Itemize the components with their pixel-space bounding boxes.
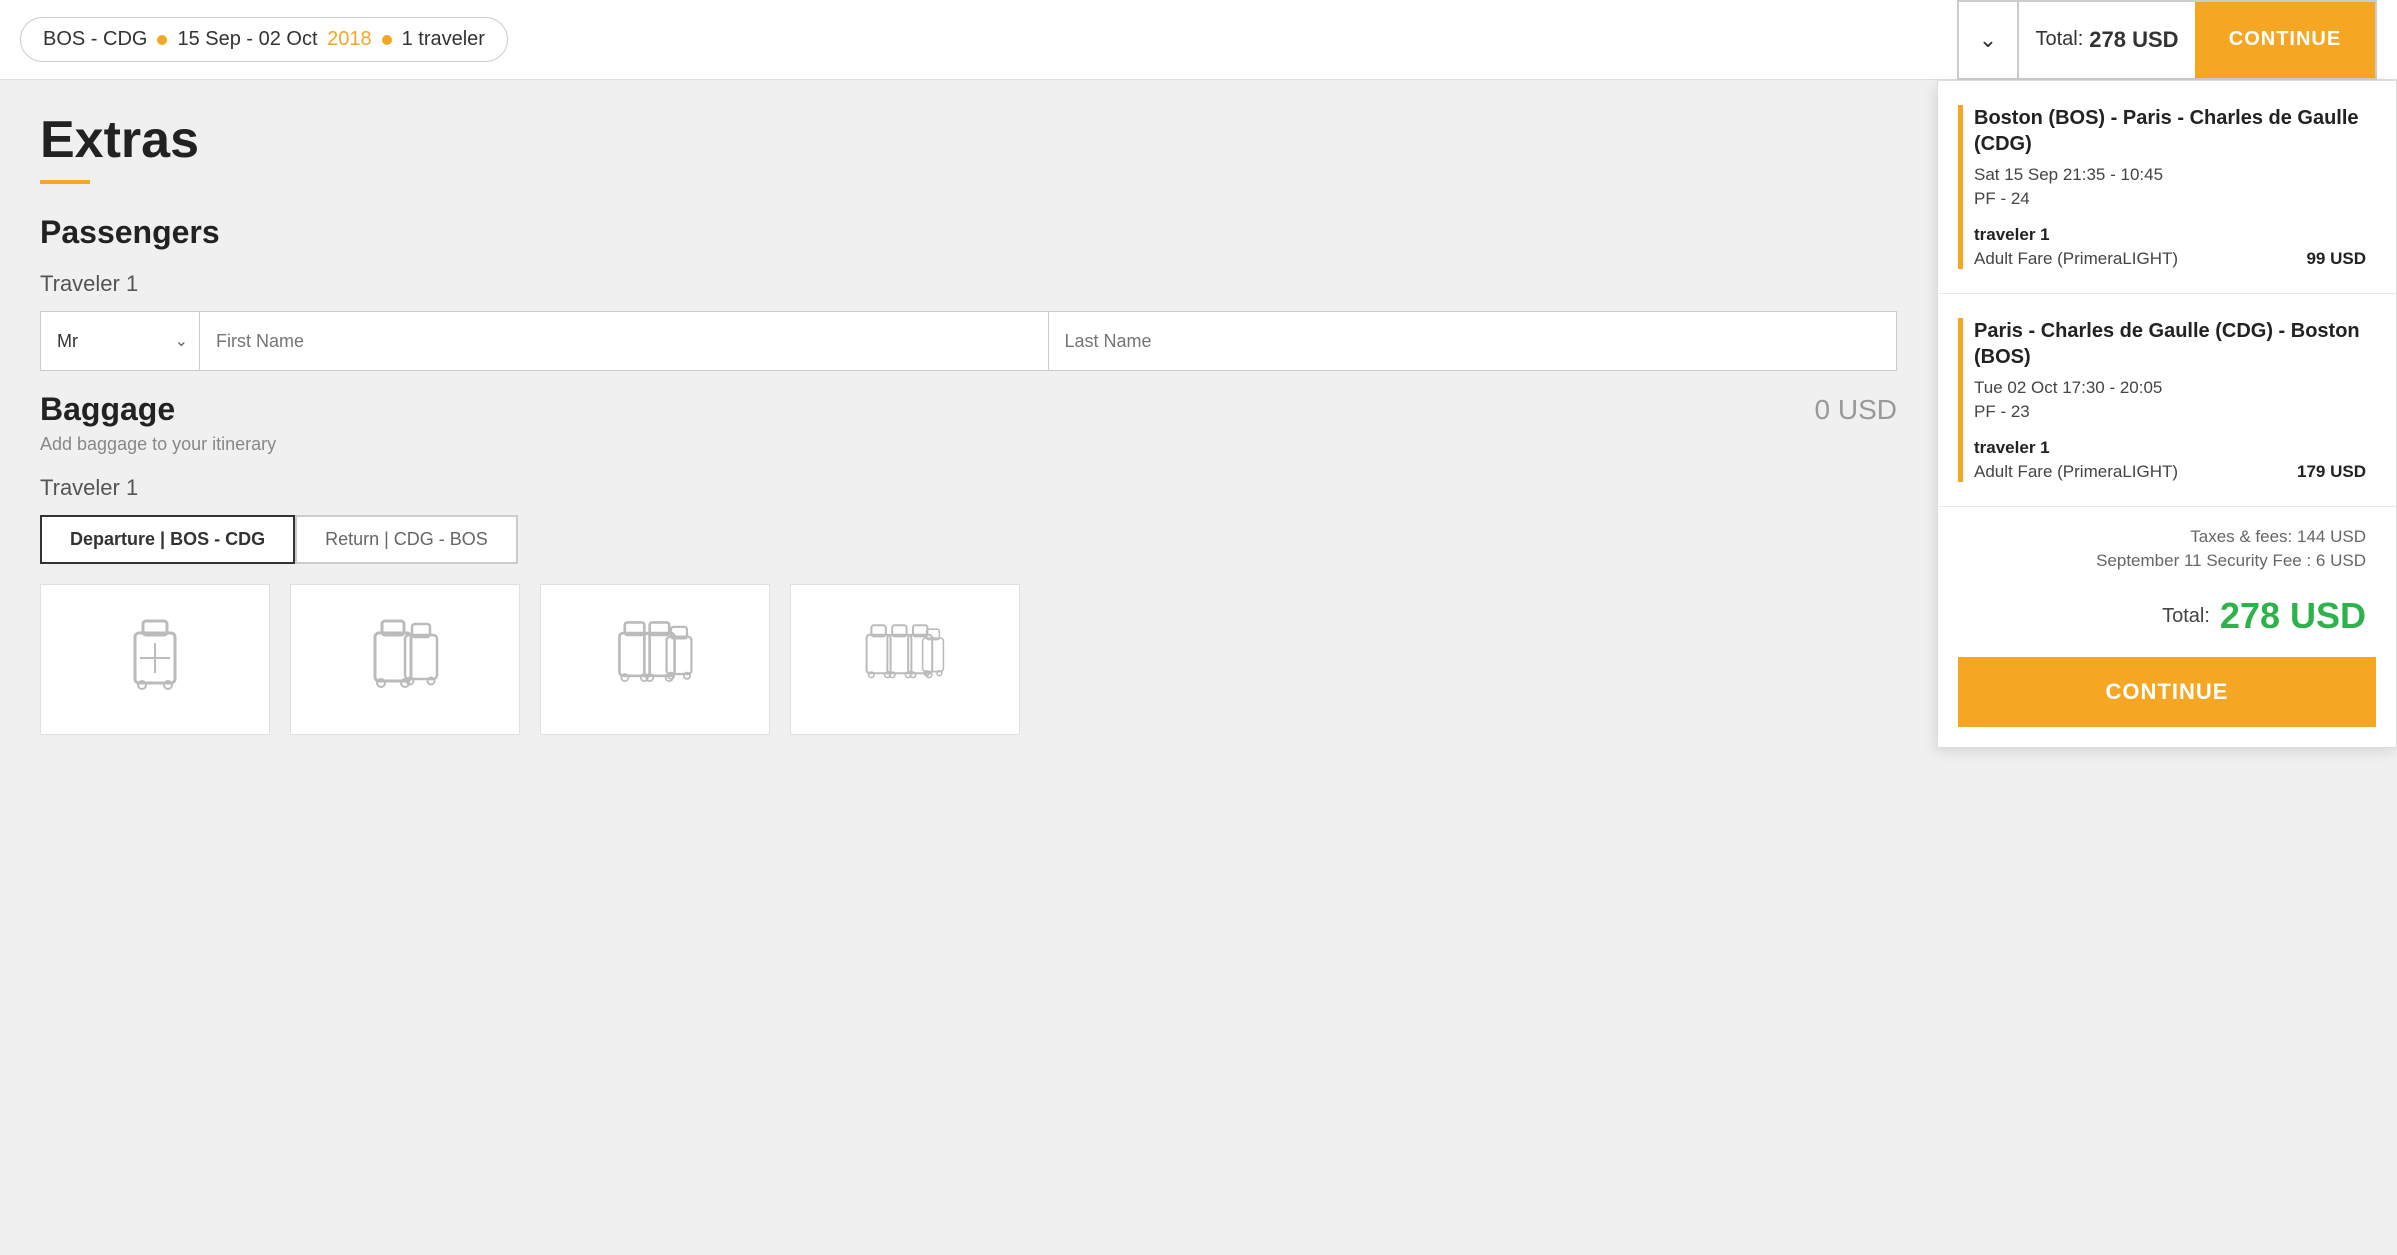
baggage-tabs: Departure | BOS - CDG Return | CDG - BOS — [40, 515, 1897, 564]
flight-block-1: Boston (BOS) - Paris - Charles de Gaulle… — [1938, 81, 2396, 294]
flight-1-fare-amount: 99 USD — [2306, 249, 2366, 269]
flight-2-datetime: Tue 02 Oct 17:30 - 20:05 — [1974, 378, 2366, 398]
baggage-tab-departure[interactable]: Departure | BOS - CDG — [40, 515, 295, 564]
flight-2-fare-amount: 179 USD — [2297, 462, 2366, 482]
traveler-1-label: Traveler 1 — [40, 271, 1897, 297]
flight-1-fare: traveler 1 Adult Fare (PrimeraLIGHT) 99 … — [1974, 225, 2366, 269]
top-bar: BOS - CDG 15 Sep - 02 Oct 2018 1 travele… — [0, 0, 2397, 80]
total-amount-value: 278 USD — [2220, 595, 2366, 637]
taxes-fees-line: Taxes & fees: 144 USD — [1968, 527, 2366, 547]
chevron-down-icon: ⌄ — [1979, 27, 1997, 53]
flight-2-fare-type: Adult Fare (PrimeraLIGHT) — [1974, 462, 2178, 482]
bag-3-icon — [865, 605, 945, 700]
flight-1-route: Boston (BOS) - Paris - Charles de Gaulle… — [1974, 105, 2366, 157]
travelers-text: 1 traveler — [402, 28, 485, 51]
flight-1-fare-row: Adult Fare (PrimeraLIGHT) 99 USD — [1974, 249, 2366, 269]
baggage-section: Baggage 0 USD Add baggage to your itiner… — [40, 391, 1897, 735]
bag-0-icon — [115, 605, 195, 700]
summary-toggle-button[interactable]: ⌄ — [1959, 2, 2019, 78]
passengers-section-title: Passengers — [40, 214, 1897, 251]
baggage-subtitle: Add baggage to your itinerary — [40, 434, 1897, 455]
fees-section: Taxes & fees: 144 USD September 11 Secur… — [1938, 507, 2396, 585]
flight-2-fare-row: Adult Fare (PrimeraLIGHT) 179 USD — [1974, 462, 2366, 482]
baggage-option-3[interactable] — [790, 584, 1020, 735]
main-content: Extras Passengers Traveler 1 Mr Mrs Ms D… — [0, 80, 1937, 1255]
baggage-section-title: Baggage — [40, 391, 175, 428]
summary-top-bar: ⌄ Total: 278 USD CONTINUE — [1957, 0, 2377, 80]
flight-1-datetime: Sat 15 Sep 21:35 - 10:45 — [1974, 165, 2366, 185]
page-title: Extras — [40, 110, 1897, 170]
flight-1-traveler: traveler 1 — [1974, 225, 2366, 245]
bag-1-icon — [365, 605, 445, 700]
baggage-header: Baggage 0 USD — [40, 391, 1897, 428]
baggage-options — [40, 584, 1897, 735]
total-row: Total: 278 USD — [1938, 585, 2396, 657]
flight-2-traveler: traveler 1 — [1974, 438, 2366, 458]
security-fee-line: September 11 Security Fee : 6 USD — [1968, 551, 2366, 571]
continue-button-top[interactable]: CONTINUE — [2195, 2, 2375, 78]
dot-separator-1 — [157, 35, 167, 45]
route-text: BOS - CDG — [43, 28, 147, 51]
baggage-price: 0 USD — [1815, 394, 1897, 426]
flight-1-number: PF - 24 — [1974, 189, 2366, 209]
title-underline — [40, 180, 90, 184]
title-select[interactable]: Mr Mrs Ms Dr — [40, 311, 200, 371]
first-name-input[interactable] — [200, 311, 1049, 371]
flight-block-2: Paris - Charles de Gaulle (CDG) - Boston… — [1938, 294, 2396, 507]
summary-panel: Boston (BOS) - Paris - Charles de Gaulle… — [1937, 80, 2397, 748]
flight-2-number: PF - 23 — [1974, 402, 2366, 422]
flight-2-route: Paris - Charles de Gaulle (CDG) - Boston… — [1974, 318, 2366, 370]
baggage-tab-return[interactable]: Return | CDG - BOS — [295, 515, 518, 564]
passenger-form-row: Mr Mrs Ms Dr ⌄ — [40, 311, 1897, 371]
total-text-label: Total: — [2162, 605, 2210, 628]
flight-1-fare-type: Adult Fare (PrimeraLIGHT) — [1974, 249, 2178, 269]
date-text: 15 Sep - 02 Oct 2018 — [177, 28, 371, 51]
summary-total-label: Total: 278 USD — [2019, 2, 2195, 78]
trip-info: BOS - CDG 15 Sep - 02 Oct 2018 1 travele… — [20, 17, 508, 62]
baggage-option-2[interactable] — [540, 584, 770, 735]
baggage-option-1[interactable] — [290, 584, 520, 735]
continue-button-bottom[interactable]: CONTINUE — [1958, 657, 2376, 727]
title-select-wrapper[interactable]: Mr Mrs Ms Dr ⌄ — [40, 311, 200, 371]
last-name-input[interactable] — [1049, 311, 1898, 371]
baggage-option-0[interactable] — [40, 584, 270, 735]
dot-separator-2 — [382, 35, 392, 45]
baggage-traveler-label: Traveler 1 — [40, 475, 1897, 501]
flight-2-fare: traveler 1 Adult Fare (PrimeraLIGHT) 179… — [1974, 438, 2366, 482]
bag-2-icon — [615, 605, 695, 700]
